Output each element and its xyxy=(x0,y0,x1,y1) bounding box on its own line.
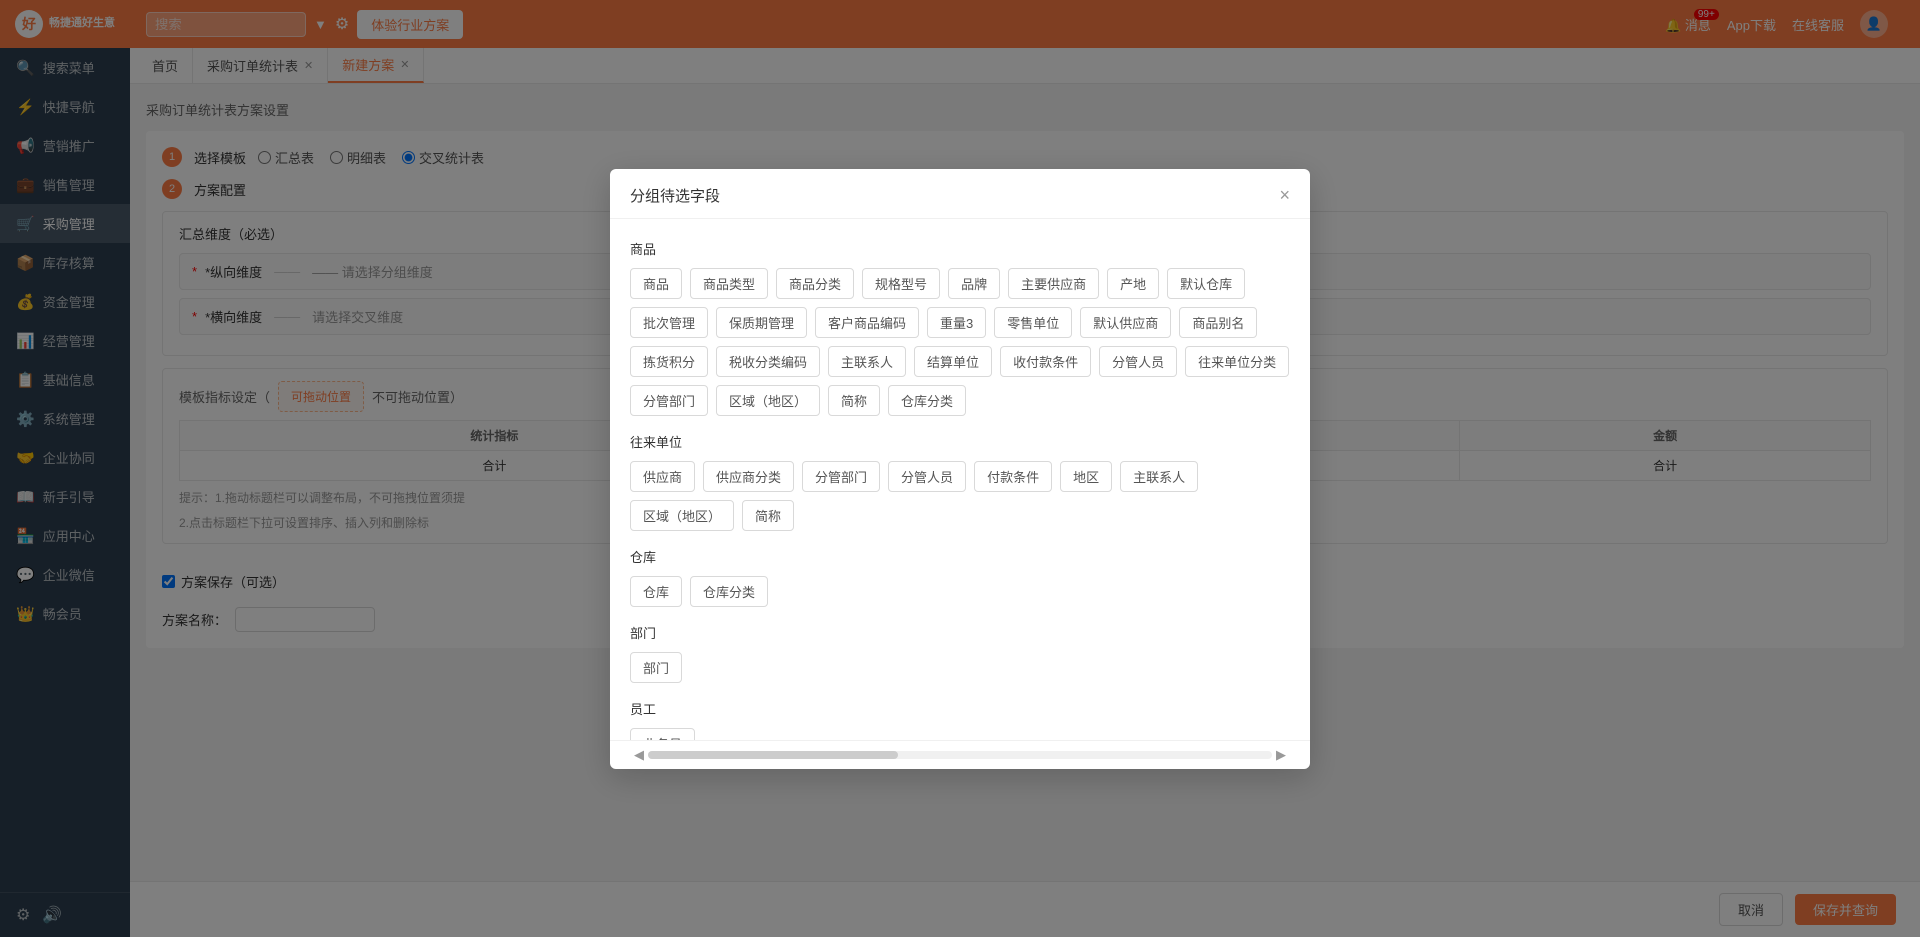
field-tag-0-11[interactable]: 重量3 xyxy=(927,307,986,338)
field-tag-1-8[interactable]: 简称 xyxy=(742,500,794,531)
field-tag-1-3[interactable]: 分管人员 xyxy=(888,461,966,492)
field-tag-0-9[interactable]: 保质期管理 xyxy=(716,307,807,338)
field-tag-1-5[interactable]: 地区 xyxy=(1060,461,1112,492)
tags-grid-2: 仓库仓库分类 xyxy=(630,576,1290,607)
field-tag-0-24[interactable]: 简称 xyxy=(828,385,880,416)
field-tag-0-22[interactable]: 分管部门 xyxy=(630,385,708,416)
section-title-4: 员工 xyxy=(630,699,1290,718)
tags-grid-1: 供应商供应商分类分管部门分管人员付款条件地区主联系人区域（地区） 简称 xyxy=(630,461,1290,531)
field-tag-0-14[interactable]: 商品别名 xyxy=(1179,307,1257,338)
field-tag-0-2[interactable]: 商品分类 xyxy=(776,268,854,299)
field-tag-0-1[interactable]: 商品类型 xyxy=(690,268,768,299)
scroll-left-btn[interactable]: ◀ xyxy=(630,747,648,763)
tags-grid-4: 业务员 xyxy=(630,728,1290,740)
field-tag-2-0[interactable]: 仓库 xyxy=(630,576,682,607)
field-tag-0-6[interactable]: 产地 xyxy=(1107,268,1159,299)
field-tag-0-21[interactable]: 往来单位分类 xyxy=(1185,346,1289,377)
field-tag-3-0[interactable]: 部门 xyxy=(630,652,682,683)
field-tag-0-3[interactable]: 规格型号 xyxy=(862,268,940,299)
field-tag-0-5[interactable]: 主要供应商 xyxy=(1008,268,1099,299)
field-tag-1-6[interactable]: 主联系人 xyxy=(1120,461,1198,492)
field-tag-1-0[interactable]: 供应商 xyxy=(630,461,695,492)
modal: 分组待选字段 × 商品商品商品类型商品分类规格型号品牌主要供应商产地默认仓库批次… xyxy=(610,169,1310,769)
field-tag-0-19[interactable]: 收付款条件 xyxy=(1000,346,1091,377)
section-title-1: 往来单位 xyxy=(630,432,1290,451)
field-tag-0-23[interactable]: 区域（地区） xyxy=(716,385,820,416)
field-tag-4-0[interactable]: 业务员 xyxy=(630,728,695,740)
tags-grid-3: 部门 xyxy=(630,652,1290,683)
field-tag-0-10[interactable]: 客户商品编码 xyxy=(815,307,919,338)
section-title-2: 仓库 xyxy=(630,547,1290,566)
field-tag-0-0[interactable]: 商品 xyxy=(630,268,682,299)
field-tag-0-15[interactable]: 拣货积分 xyxy=(630,346,708,377)
modal-body: 商品商品商品类型商品分类规格型号品牌主要供应商产地默认仓库批次管理保质期管理客户… xyxy=(610,219,1310,740)
field-tag-0-25[interactable]: 仓库分类 xyxy=(888,385,966,416)
field-tag-0-16[interactable]: 税收分类编码 xyxy=(716,346,820,377)
field-tag-0-12[interactable]: 零售单位 xyxy=(994,307,1072,338)
field-tag-0-17[interactable]: 主联系人 xyxy=(828,346,906,377)
field-tag-0-8[interactable]: 批次管理 xyxy=(630,307,708,338)
field-tag-0-20[interactable]: 分管人员 xyxy=(1099,346,1177,377)
field-tag-1-7[interactable]: 区域（地区） xyxy=(630,500,734,531)
scroll-track xyxy=(648,751,1272,759)
modal-overlay: 分组待选字段 × 商品商品商品类型商品分类规格型号品牌主要供应商产地默认仓库批次… xyxy=(0,0,1920,937)
field-tag-1-2[interactable]: 分管部门 xyxy=(802,461,880,492)
field-tag-1-4[interactable]: 付款条件 xyxy=(974,461,1052,492)
tags-grid-0: 商品商品类型商品分类规格型号品牌主要供应商产地默认仓库批次管理保质期管理客户商品… xyxy=(630,268,1290,416)
field-tag-1-1[interactable]: 供应商分类 xyxy=(703,461,794,492)
section-title-3: 部门 xyxy=(630,623,1290,642)
field-tag-2-1[interactable]: 仓库分类 xyxy=(690,576,768,607)
scroll-thumb xyxy=(648,751,898,759)
modal-scroll-x: ◀ ▶ xyxy=(610,740,1310,769)
field-tag-0-7[interactable]: 默认仓库 xyxy=(1167,268,1245,299)
scroll-right-btn[interactable]: ▶ xyxy=(1272,747,1290,763)
field-tag-0-13[interactable]: 默认供应商 xyxy=(1080,307,1171,338)
modal-title: 分组待选字段 xyxy=(630,185,720,206)
field-tag-0-18[interactable]: 结算单位 xyxy=(914,346,992,377)
field-tag-0-4[interactable]: 品牌 xyxy=(948,268,1000,299)
section-title-0: 商品 xyxy=(630,239,1290,258)
modal-header: 分组待选字段 × xyxy=(610,169,1310,219)
modal-close-button[interactable]: × xyxy=(1279,185,1290,206)
